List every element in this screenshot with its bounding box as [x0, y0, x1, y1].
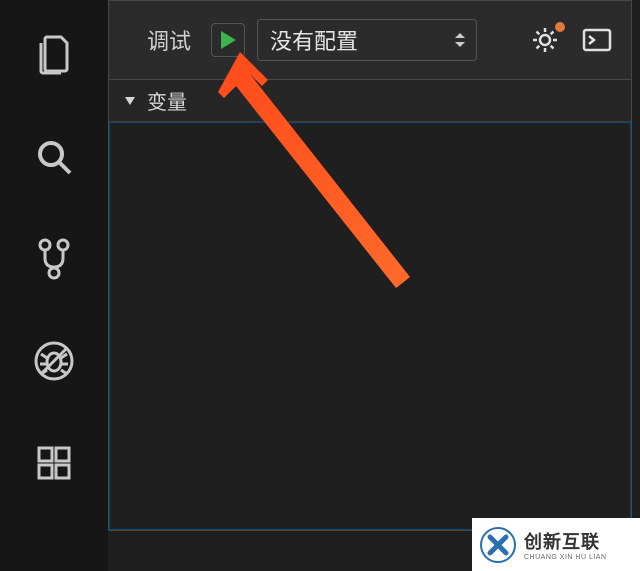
activity-bar: [0, 0, 108, 571]
start-debug-button[interactable]: [211, 23, 245, 57]
variables-section-header[interactable]: 变量: [109, 80, 631, 122]
settings-button[interactable]: [525, 20, 565, 60]
variables-body: [109, 122, 631, 530]
watermark-text: 创新互联 CHUANG XIN HU LIAN: [524, 528, 607, 561]
debug-config-select[interactable]: 没有配置: [257, 19, 477, 61]
files-icon: [35, 33, 73, 77]
watermark-logo-icon: [480, 527, 516, 563]
search-icon: [34, 137, 74, 177]
branch-icon: [35, 237, 73, 281]
open-terminal-button[interactable]: [577, 20, 617, 60]
select-chevron-icon: [454, 32, 466, 48]
debug-topbar: 调试 没有配置: [108, 0, 632, 80]
activity-explorer[interactable]: [29, 30, 79, 80]
settings-badge: [555, 22, 565, 32]
chevron-down-icon: [123, 95, 137, 107]
debug-label: 调试: [147, 24, 191, 56]
no-bug-icon: [33, 340, 75, 382]
activity-debug[interactable]: [29, 336, 79, 386]
terminal-icon: [582, 28, 612, 52]
debug-config-value: 没有配置: [270, 24, 358, 56]
watermark: 创新互联 CHUANG XIN HU LIAN: [472, 518, 640, 571]
variables-section-title: 变量: [147, 86, 187, 115]
activity-search[interactable]: [29, 132, 79, 182]
activity-scm[interactable]: [29, 234, 79, 284]
activity-extensions[interactable]: [29, 438, 79, 488]
extensions-icon: [35, 444, 73, 482]
debug-side-panel: 变量: [108, 80, 632, 531]
play-icon: [219, 30, 237, 50]
